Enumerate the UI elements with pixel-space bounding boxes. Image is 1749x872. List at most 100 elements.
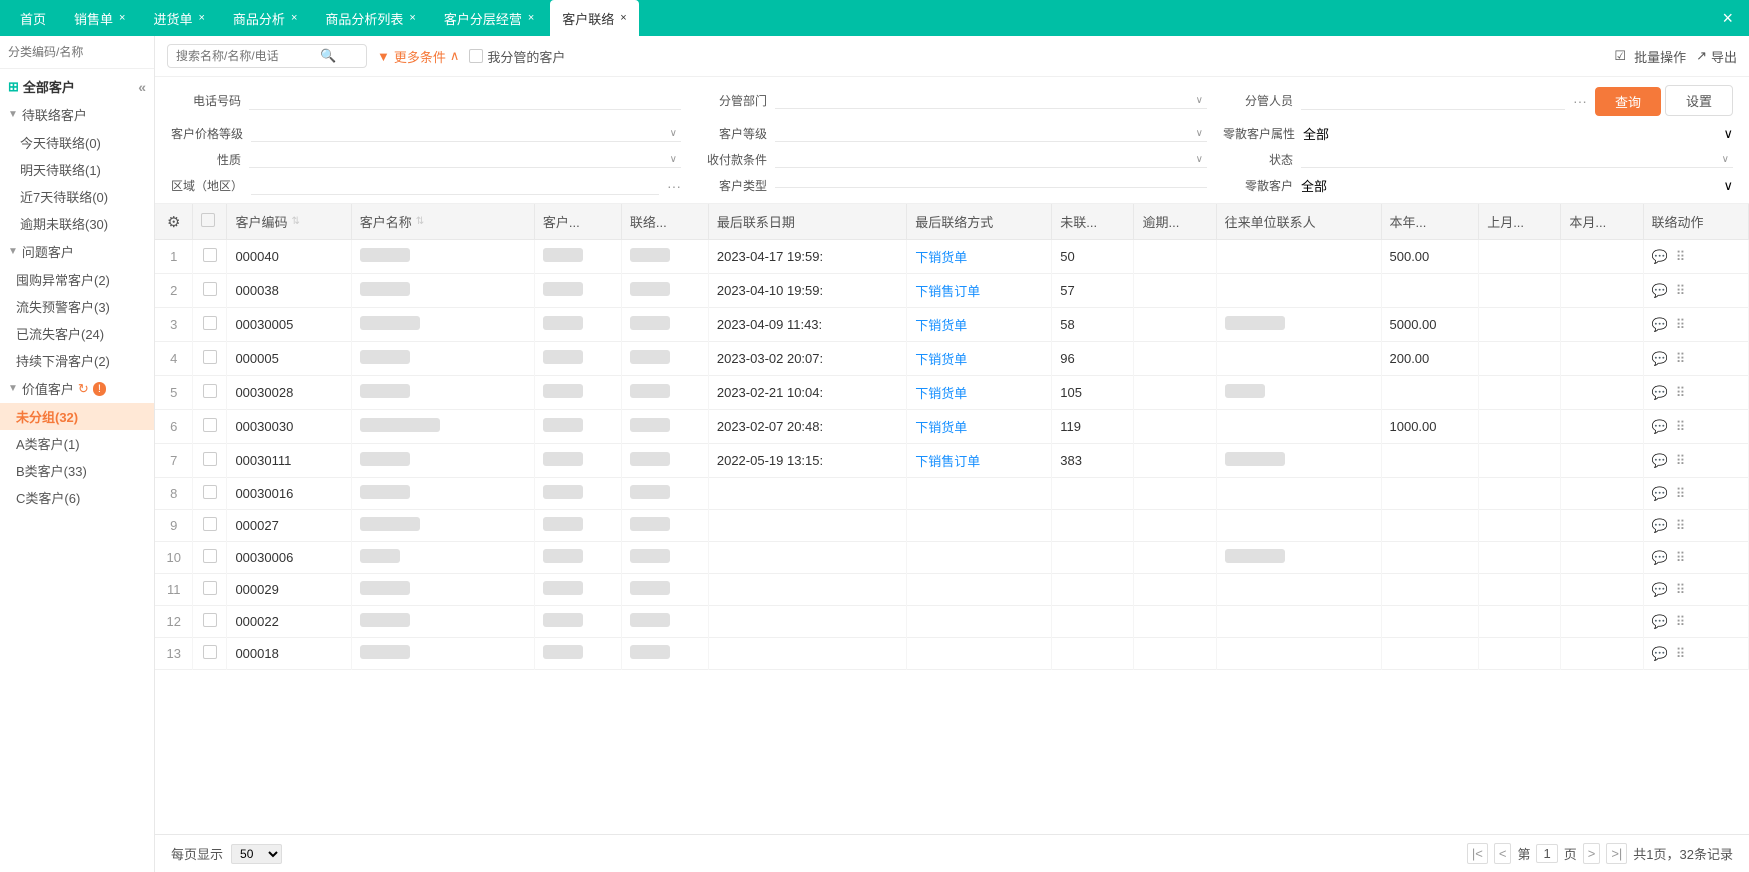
more-actions-icon[interactable]: ⠿ [1676, 518, 1686, 534]
sidebar-item-ungrouped[interactable]: 未分组(32) [0, 403, 154, 430]
row-checkbox[interactable] [203, 485, 217, 499]
dept-select[interactable]: ∨ [775, 93, 1207, 109]
row-checkbox[interactable] [203, 613, 217, 627]
area-more-icon[interactable]: ··· [667, 178, 681, 194]
last-method-link[interactable]: 下销货单 [915, 318, 967, 333]
nav-tab-analysis[interactable]: 商品分析 × [221, 0, 309, 36]
last-method-link[interactable]: 下销货单 [915, 386, 967, 401]
message-icon[interactable]: 💬 [1652, 582, 1668, 598]
nav-tab-analysis-list[interactable]: 商品分析列表 × [313, 0, 427, 36]
message-icon[interactable]: 💬 [1652, 453, 1668, 469]
more-actions-icon[interactable]: ⠿ [1676, 582, 1686, 598]
sidebar-item-overdue-no-contact[interactable]: 逾期未联络(30) [0, 210, 154, 237]
more-actions-icon[interactable]: ⠿ [1676, 385, 1686, 401]
window-close-button[interactable]: × [1714, 8, 1741, 29]
row-checkbox[interactable] [203, 581, 217, 595]
sidebar-item-churned[interactable]: 已流失客户(24) [0, 320, 154, 347]
more-actions-icon[interactable]: ⠿ [1676, 550, 1686, 566]
close-icon[interactable]: × [291, 12, 297, 24]
status-select[interactable]: ∨ [1301, 152, 1733, 168]
message-icon[interactable]: 💬 [1652, 518, 1668, 534]
my-customers-checkbox[interactable]: 我分管的客户 [469, 47, 565, 66]
nav-tab-customer-mgmt[interactable]: 客户分层经营 × [432, 0, 546, 36]
message-icon[interactable]: 💬 [1652, 614, 1668, 630]
person-more-icon[interactable]: ··· [1573, 93, 1587, 109]
message-icon[interactable]: 💬 [1652, 351, 1668, 367]
more-actions-icon[interactable]: ⠿ [1676, 283, 1686, 299]
more-actions-icon[interactable]: ⠿ [1676, 317, 1686, 333]
more-actions-icon[interactable]: ⠿ [1676, 646, 1686, 662]
row-checkbox[interactable] [203, 549, 217, 563]
prev-page-button[interactable]: < [1494, 843, 1512, 864]
last-method-link[interactable]: 下销货单 [915, 420, 967, 435]
sidebar-item-churn-warning[interactable]: 流失预警客户(3) [0, 293, 154, 320]
pending-contact-group[interactable]: ▼ 待联络客户 [0, 100, 154, 129]
row-checkbox[interactable] [203, 248, 217, 262]
customer-level-select[interactable]: ∨ [775, 126, 1207, 142]
query-button[interactable]: 查询 [1595, 87, 1661, 116]
row-checkbox[interactable] [203, 282, 217, 296]
more-conditions-button[interactable]: ▼ 更多条件 ∧ [377, 47, 459, 66]
more-actions-icon[interactable]: ⠿ [1676, 419, 1686, 435]
close-icon[interactable]: × [620, 12, 626, 24]
message-icon[interactable]: 💬 [1652, 646, 1668, 662]
problem-customers-group[interactable]: ▼ 问题客户 [0, 237, 154, 266]
message-icon[interactable]: 💬 [1652, 317, 1668, 333]
sidebar-item-class-c[interactable]: C类客户(6) [0, 484, 154, 511]
reset-button[interactable]: 设置 [1665, 85, 1733, 116]
more-actions-icon[interactable]: ⠿ [1676, 614, 1686, 630]
batch-ops-button[interactable]: ☑ 批量操作 [1614, 47, 1686, 66]
next-page-button[interactable]: > [1583, 843, 1601, 864]
per-page-select[interactable]: 50 100 200 [231, 844, 282, 864]
sidebar-item-7days-pending[interactable]: 近7天待联络(0) [0, 183, 154, 210]
nav-tab-home[interactable]: 首页 [8, 0, 58, 36]
refresh-icon[interactable]: ↻ [78, 381, 89, 397]
message-icon[interactable]: 💬 [1652, 550, 1668, 566]
nature-select[interactable]: ∨ [249, 152, 681, 168]
last-page-button[interactable]: >| [1606, 843, 1627, 864]
row-checkbox[interactable] [203, 418, 217, 432]
gear-icon[interactable]: ⚙ [163, 210, 184, 235]
sidebar-item-declining[interactable]: 持续下滑客户(2) [0, 347, 154, 374]
row-checkbox[interactable] [203, 384, 217, 398]
close-icon[interactable]: × [528, 12, 534, 24]
message-icon[interactable]: 💬 [1652, 385, 1668, 401]
sidebar-item-class-b[interactable]: B类客户(33) [0, 457, 154, 484]
export-button[interactable]: ↗ 导出 [1696, 47, 1737, 66]
last-method-link[interactable]: 下销货单 [915, 352, 967, 367]
more-actions-icon[interactable]: ⠿ [1676, 351, 1686, 367]
sidebar-search-input[interactable] [8, 45, 155, 59]
more-actions-icon[interactable]: ⠿ [1676, 486, 1686, 502]
more-actions-icon[interactable]: ⠿ [1676, 453, 1686, 469]
row-checkbox[interactable] [203, 645, 217, 659]
message-icon[interactable]: 💬 [1652, 486, 1668, 502]
first-page-button[interactable]: |< [1467, 843, 1488, 864]
nav-tab-customer-contact[interactable]: 客户联络 × [550, 0, 638, 36]
last-method-link[interactable]: 下销货单 [915, 250, 967, 265]
sidebar-item-abnormal-purchase[interactable]: 囤购异常客户(2) [0, 266, 154, 293]
sidebar-collapse-button[interactable]: « [138, 79, 146, 95]
price-level-select[interactable]: ∨ [251, 126, 681, 142]
sidebar-item-class-a[interactable]: A类客户(1) [0, 430, 154, 457]
close-icon[interactable]: × [119, 12, 125, 24]
row-checkbox[interactable] [203, 316, 217, 330]
close-icon[interactable]: × [198, 12, 204, 24]
more-actions-icon[interactable]: ⠿ [1676, 249, 1686, 265]
nav-tab-purchase[interactable]: 进货单 × [141, 0, 216, 36]
payment-select[interactable]: ∨ [775, 152, 1207, 168]
last-method-link[interactable]: 下销售订单 [915, 284, 980, 299]
row-checkbox[interactable] [203, 350, 217, 364]
close-icon[interactable]: × [409, 12, 415, 24]
check-all-checkbox[interactable] [201, 213, 215, 227]
checkbox-icon[interactable] [469, 49, 483, 63]
row-checkbox[interactable] [203, 452, 217, 466]
message-icon[interactable]: 💬 [1652, 249, 1668, 265]
value-customers-group[interactable]: ▼ 价值客户 ↻ ! [0, 374, 154, 403]
sidebar-item-tomorrow-pending[interactable]: 明天待联络(1) [0, 156, 154, 183]
search-icon[interactable]: 🔍 [320, 48, 336, 64]
last-method-link[interactable]: 下销售订单 [915, 454, 980, 469]
message-icon[interactable]: 💬 [1652, 283, 1668, 299]
search-input[interactable] [176, 49, 316, 63]
person-input[interactable] [1301, 91, 1565, 110]
area-input[interactable] [251, 176, 659, 195]
